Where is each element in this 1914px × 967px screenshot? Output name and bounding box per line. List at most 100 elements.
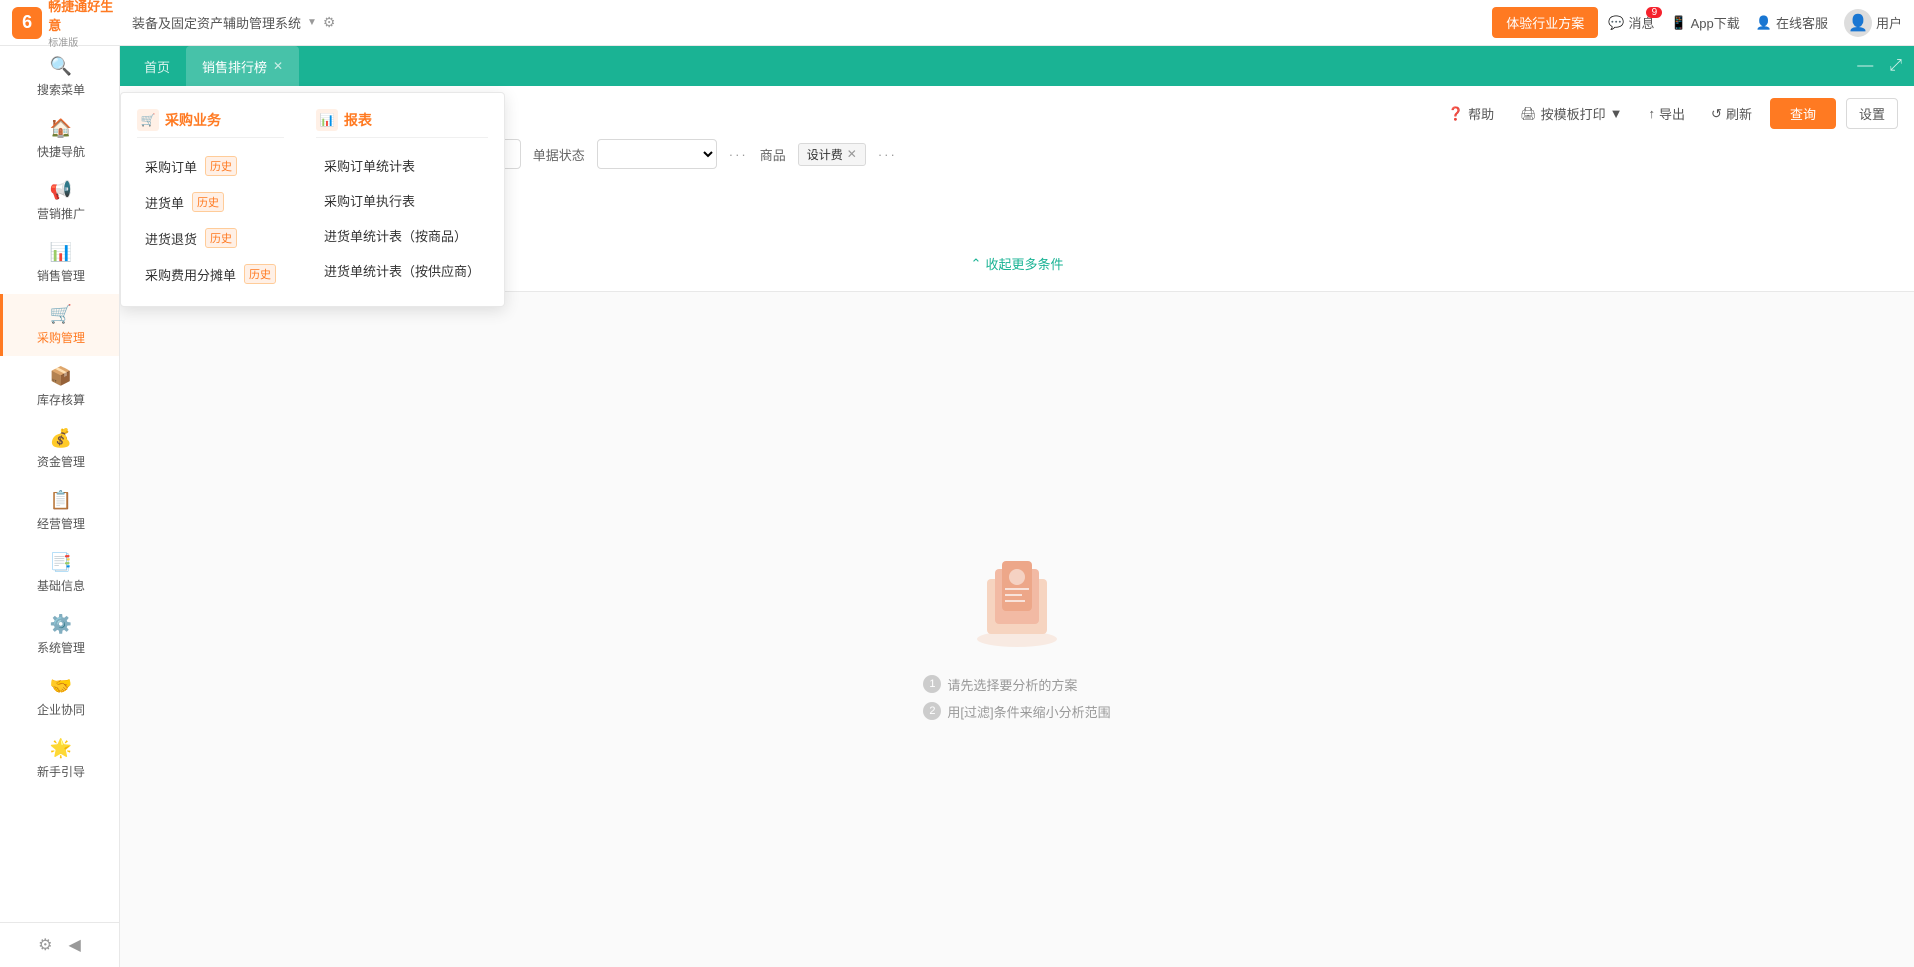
goods-tag-close[interactable]: ✕ [847,147,857,161]
sidebar-item-inventory[interactable]: 📦 库存核算 [0,356,119,418]
system-title-area: 装备及固定资产辅助管理系统 ▼ ⚙ [132,13,1482,32]
menu-item-order-stats[interactable]: 采购订单统计表 [316,150,488,181]
tip-text-2: 用[过滤]条件来缩小分析范围 [947,702,1110,721]
report-section: 📊 报表 采购订单统计表 采购订单执行表 进货单统计表（按商品） 进货单统计表（… [316,109,488,290]
goods-stats-label: 进货单统计表（按商品） [324,226,467,245]
collapse-label: 收起更多条件 [985,254,1063,273]
sidebar-settings-button[interactable]: ⚙ [34,931,56,959]
phone-icon: 📱 [1670,15,1686,31]
empty-illustration [957,539,1077,659]
tab-sales-rank-label: 销售排行榜 [202,57,267,76]
online-service-button[interactable]: 👤 在线客服 [1756,13,1828,32]
logo-text-area: 畅捷通好生意 标准版 [48,0,122,49]
tab-minimize-button[interactable]: — [1853,53,1877,79]
incoming-label: 进货单 [145,193,184,212]
sidebar-item-sales[interactable]: 📊 销售管理 [0,232,119,294]
settings-button[interactable]: 设置 [1846,98,1898,129]
sidebar-item-baseinfo[interactable]: 📑 基础信息 [0,542,119,604]
menu-item-goods-stats[interactable]: 进货单统计表（按商品） [316,220,488,251]
help-icon: ❓ [1448,106,1464,122]
logo-text-sub: 标准版 [48,34,122,49]
supplier-stats-label: 进货单统计表（按供应商） [324,261,480,280]
coop-icon: 🤝 [50,676,72,697]
app-label: App下载 [1691,13,1740,32]
settings-icon[interactable]: ⚙ [323,14,336,31]
sidebar-item-marketing[interactable]: 📢 营销推广 [0,170,119,232]
report-section-label: 报表 [344,110,372,130]
print-button[interactable]: 🖨 按模板打印 ▼ [1512,100,1630,127]
menu-item-supplier-stats[interactable]: 进货单统计表（按供应商） [316,255,488,286]
doc-status-select[interactable] [597,139,717,169]
tab-bar: 首页 销售排行榜 ✕ — ⤢ [120,46,1914,86]
inventory-icon: 📦 [50,366,72,387]
user-label: 用户 [1876,13,1902,32]
export-button[interactable]: ↑ 导出 [1641,100,1694,127]
content-area: 首页 销售排行榜 ✕ — ⤢ ❓ 帮助 🖨 按模板打印 [120,46,1914,967]
tab-bar-right: — ⤢ [1853,53,1906,79]
title-dropdown-arrow[interactable]: ▼ [307,17,317,28]
sidebar-label-quicknav: 快捷导航 [37,143,85,160]
sidebar-item-system[interactable]: ⚙️ 系统管理 [0,604,119,666]
menu-item-expense[interactable]: 采购费用分摊单 历史 [137,258,284,290]
print-icon: 🖨 [1520,106,1537,122]
sidebar-label-system: 系统管理 [37,639,85,656]
logo-icon: 6 [12,7,42,39]
sidebar-label-finance: 资金管理 [37,453,85,470]
sidebar-label-purchase: 采购管理 [37,329,85,346]
sidebar-item-guide[interactable]: 🌟 新手引导 [0,728,119,790]
doc-status-label: 单据状态 [533,145,585,164]
operations-icon: 📋 [50,490,72,511]
message-badge: 9 [1646,7,1662,18]
refresh-button[interactable]: ↺ 刷新 [1703,100,1760,127]
sales-icon: 📊 [50,242,72,263]
empty-tip-2: 2 用[过滤]条件来缩小分析范围 [923,702,1110,721]
print-arrow-icon: ▼ [1610,106,1623,121]
sidebar-label-guide: 新手引导 [37,763,85,780]
empty-tip-1: 1 请先选择要分析的方案 [923,675,1110,694]
sidebar-item-coop[interactable]: 🤝 企业协同 [0,666,119,728]
message-button[interactable]: 💬 消息 9 [1608,13,1654,32]
goods-more[interactable]: ··· [878,147,897,162]
menu-item-return[interactable]: 进货退货 历史 [137,222,284,254]
purchase-section: 🛒 采购业务 采购订单 历史 进货单 历史 进货退货 历史 采购费用分摊单 [137,109,284,290]
tab-close-sales-rank[interactable]: ✕ [273,59,283,73]
main-content: 1 请先选择要分析的方案 2 用[过滤]条件来缩小分析范围 [120,292,1914,967]
order-stats-label: 采购订单统计表 [324,156,415,175]
industry-button[interactable]: 体验行业方案 [1492,7,1598,38]
tab-sales-rank[interactable]: 销售排行榜 ✕ [186,46,299,86]
tab-home-label: 首页 [144,57,170,76]
sidebar-item-purchase[interactable]: 🛒 采购管理 [0,294,119,356]
sidebar-item-search[interactable]: 🔍 搜索菜单 [0,46,119,108]
purchase-icon: 🛒 [50,304,72,325]
help-button[interactable]: ❓ 帮助 [1440,100,1502,127]
message-icon: 💬 [1608,15,1624,31]
query-button[interactable]: 查询 [1770,98,1836,129]
goods-tag-text: 设计费 [807,146,843,163]
online-label: 在线客服 [1776,13,1828,32]
sidebar-collapse-button[interactable]: ◀ [65,931,85,959]
tip-num-2: 2 [923,702,941,720]
baseinfo-icon: 📑 [50,552,72,573]
sidebar-label-inventory: 库存核算 [37,391,85,408]
menu-item-incoming[interactable]: 进货单 历史 [137,186,284,218]
sidebar-item-operations[interactable]: 📋 经营管理 [0,480,119,542]
sidebar-item-finance[interactable]: 💰 资金管理 [0,418,119,480]
finance-icon: 💰 [50,428,72,449]
tab-home[interactable]: 首页 [128,46,186,86]
doc-status-more[interactable]: ··· [729,147,748,162]
menu-item-purchase-order[interactable]: 采购订单 历史 [137,150,284,182]
print-label: 按模板打印 [1541,104,1606,123]
purchase-section-icon: 🛒 [137,109,159,131]
report-section-title: 📊 报表 [316,109,488,138]
sidebar-label-marketing: 营销推广 [37,205,85,222]
menu-item-order-exec[interactable]: 采购订单执行表 [316,185,488,216]
tab-maximize-button[interactable]: ⤢ [1885,53,1906,79]
purchase-section-title: 🛒 采购业务 [137,109,284,138]
goods-label: 商品 [760,145,786,164]
search-icon: 🔍 [50,56,72,77]
refresh-icon: ↺ [1711,106,1722,122]
user-button[interactable]: 👤 用户 [1844,9,1902,37]
sidebar-item-quicknav[interactable]: 🏠 快捷导航 [0,108,119,170]
system-icon: ⚙️ [50,614,72,635]
app-download-button[interactable]: 📱 App下载 [1670,13,1739,32]
